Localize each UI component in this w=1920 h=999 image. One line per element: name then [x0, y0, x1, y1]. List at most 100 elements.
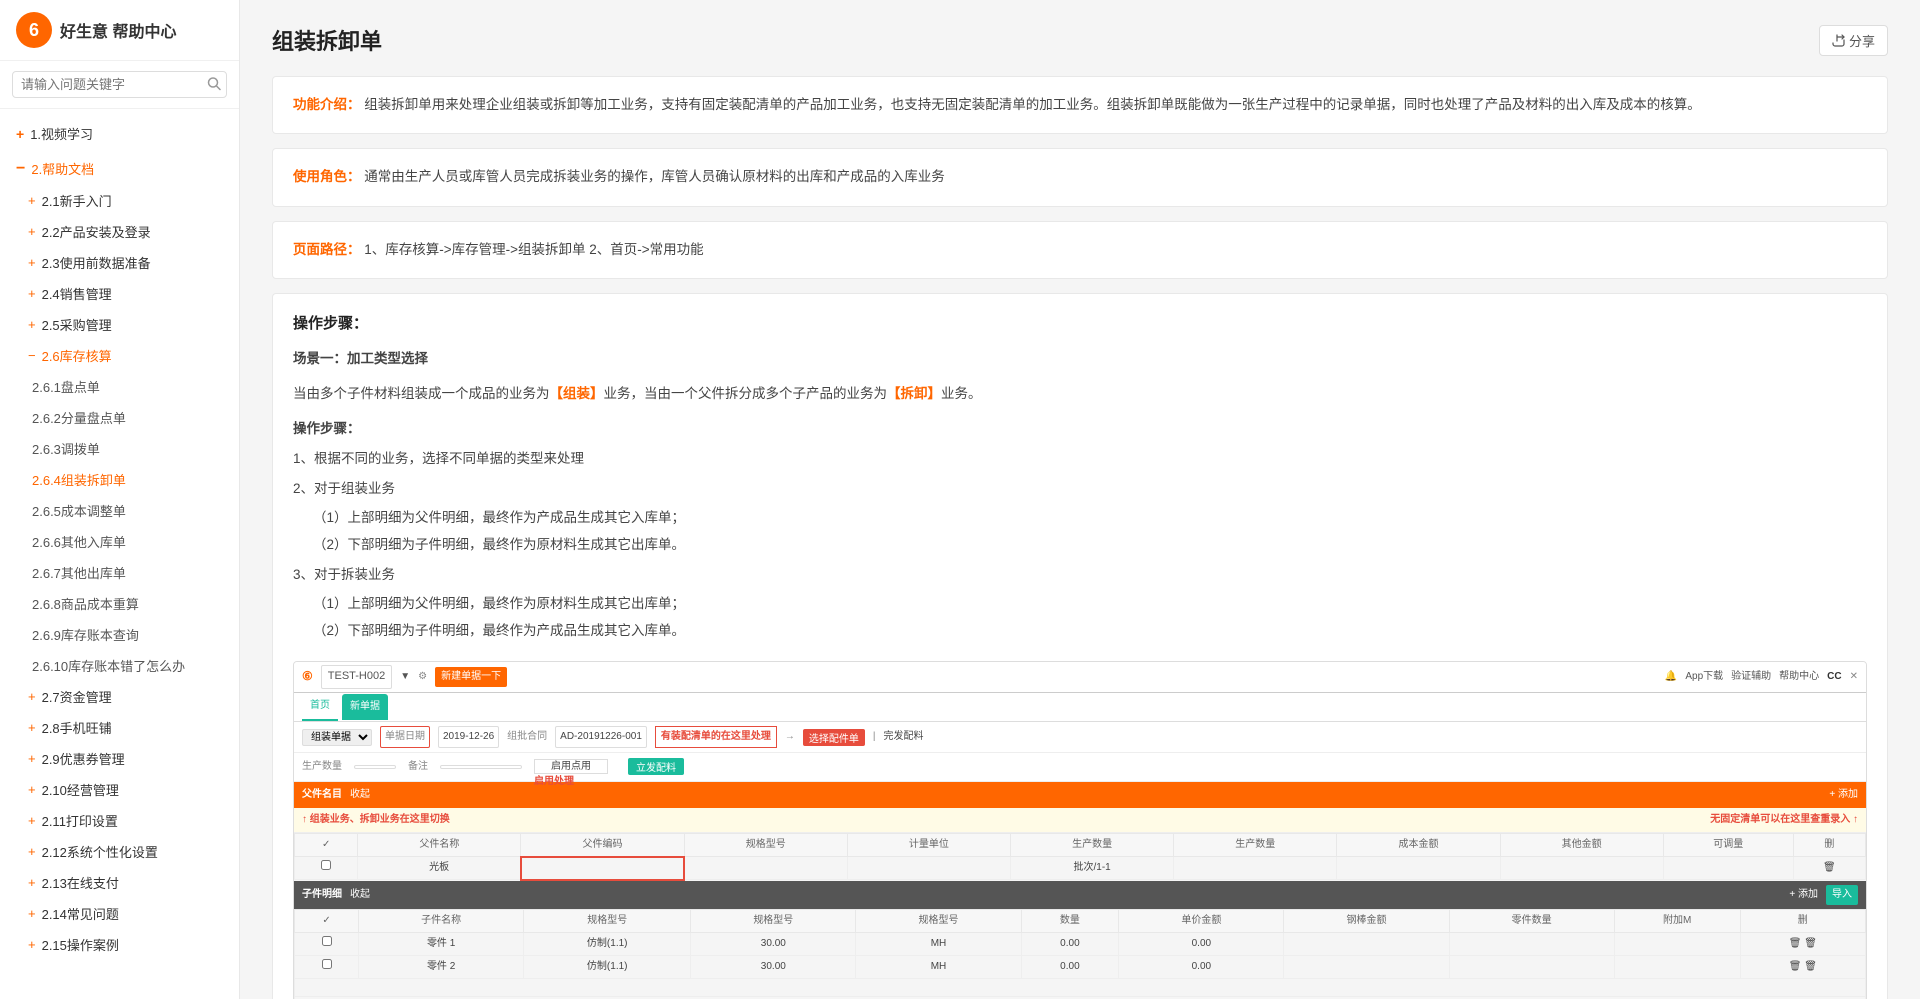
sidebar-item-25[interactable]: + 2.5采购管理	[0, 309, 239, 340]
sidebar-item-262[interactable]: 2.6.2分量盘点单	[0, 402, 239, 433]
sim-close-btn[interactable]: ✕	[1850, 668, 1858, 686]
brow-checkbox2[interactable]	[322, 959, 332, 969]
table-row	[295, 978, 1866, 996]
bcell-del2[interactable]: 🗑 🗑	[1740, 955, 1865, 978]
col-other: 其他金额	[1500, 833, 1663, 857]
step3: 3、对于拆装业务	[293, 563, 1867, 587]
function-intro-card: 功能介绍： 组装拆卸单用来处理企业组装或拆卸等加工业务，支持有固定装配清单的产品…	[272, 76, 1888, 134]
table-row: 零件 2 仿制(1.1) 30.00 MH 0.00 0.00 🗑 🗑	[295, 955, 1866, 978]
sidebar-item-28[interactable]: + 2.8手机旺铺	[0, 712, 239, 743]
bcell-check2[interactable]	[295, 955, 359, 978]
cell-qty2	[1174, 857, 1337, 880]
sidebar-item-269[interactable]: 2.6.9库存账本查询	[0, 619, 239, 650]
sim-date-label: 单据日期	[380, 726, 430, 748]
nav-group-title-video[interactable]: + 1.视频学习	[0, 117, 239, 150]
sim-bottom-collapse[interactable]: 收起	[350, 886, 370, 904]
cell-qty1[interactable]: 批次/1-1	[1011, 857, 1174, 880]
sim-annotation3-wrap: 启用点用 启用处理	[534, 757, 608, 777]
sidebar-item-22[interactable]: + 2.2产品安装及登录	[0, 216, 239, 247]
sidebar-item-268[interactable]: 2.6.8商品成本重算	[0, 588, 239, 619]
col-parent-name: 父件名称	[358, 833, 521, 857]
bcell-name2[interactable]: 零件 2	[359, 955, 524, 978]
bcol-parts: 零件数量	[1449, 909, 1614, 932]
bcell-check[interactable]	[295, 932, 359, 955]
sim-complete-btn[interactable]: 完发配料	[884, 728, 924, 746]
bcol-check: ✓	[295, 909, 359, 932]
bcell-spec1: 仿制(1.1)	[524, 932, 691, 955]
search-input[interactable]	[12, 71, 227, 98]
sidebar-item-264[interactable]: 2.6.4组装拆卸单	[0, 464, 239, 495]
bcell-del1[interactable]: 🗑 🗑	[1740, 932, 1865, 955]
sim-section-collapse[interactable]: 收起	[350, 786, 370, 804]
sim-import-btn[interactable]: 导入	[1826, 885, 1858, 905]
brow-checkbox1[interactable]	[322, 936, 332, 946]
expand-icon-213: +	[28, 875, 36, 890]
sidebar-item-267[interactable]: 2.6.7其他出库单	[0, 557, 239, 588]
sidebar-item-215[interactable]: + 2.15操作案例	[0, 929, 239, 960]
sidebar-item-214[interactable]: + 2.14常见问题	[0, 898, 239, 929]
sim-titlebar-left: ⑥ TEST-H002 ▼ ⚙ 新建单据一下	[302, 665, 507, 689]
sim-add-row-btn[interactable]: + 添加	[1829, 786, 1858, 804]
sim-separator: |	[873, 728, 876, 746]
sidebar-item-29[interactable]: + 2.9优惠券管理	[0, 743, 239, 774]
share-icon	[1832, 34, 1845, 47]
bcell-spec6: MH	[856, 955, 1021, 978]
cell-code[interactable]	[521, 857, 684, 880]
bcell-spec2: 30.00	[691, 932, 856, 955]
row-checkbox[interactable]	[321, 860, 331, 870]
collapse-icon-docs: −	[16, 161, 25, 177]
sim-qiyong-field[interactable]: 启用点用	[534, 759, 608, 774]
sidebar-header: 6 好生意 帮助中心	[0, 0, 239, 61]
bcell-parts2	[1449, 955, 1614, 978]
sidebar-item-27[interactable]: + 2.7资金管理	[0, 681, 239, 712]
sim-type-select[interactable]: 组装单据 拆卸单据	[302, 729, 372, 746]
nav-sub-items-docs: + 2.1新手入门 + 2.2产品安装及登录 + 2.3使用前数据准备 + 2.…	[0, 185, 239, 960]
col-qty1: 生产数量	[1011, 833, 1174, 857]
sim-annotation2: ↑ 组装业务、拆卸业务在这里切换	[302, 811, 450, 829]
expand-icon-215: +	[28, 937, 36, 952]
expand-icon-212: +	[28, 844, 36, 859]
sim-qty-val[interactable]	[354, 765, 396, 769]
sim-annotation2-bar: ↑ 组装业务、拆卸业务在这里切换 无固定清单可以在这里查重录入 ↑	[294, 808, 1866, 833]
sidebar-item-265[interactable]: 2.6.5成本调整单	[0, 495, 239, 526]
cell-del[interactable]: 🗑	[1793, 857, 1865, 880]
sidebar-item-2610[interactable]: 2.6.10库存账本错了怎么办	[0, 650, 239, 681]
nav-group-title-docs[interactable]: − 2.帮助文档	[0, 152, 239, 185]
sim-window-titlebar: ⑥ TEST-H002 ▼ ⚙ 新建单据一下 🔔 App下载 验证辅助 帮助中心…	[294, 662, 1866, 693]
cell-name[interactable]: 光板	[358, 857, 521, 880]
sim-nav-active-tab[interactable]: 新单据	[342, 694, 388, 720]
sidebar-item-24[interactable]: + 2.4销售管理	[0, 278, 239, 309]
sim-select-assembly-btn[interactable]: 选择配件单	[803, 729, 865, 746]
bcell-spec3: MH	[856, 932, 1021, 955]
bcell-empty3	[295, 978, 1866, 996]
sidebar-item-213[interactable]: + 2.13在线支付	[0, 867, 239, 898]
sidebar-item-26[interactable]: − 2.6库存核算	[0, 340, 239, 371]
sim-nav-home[interactable]: 首页	[302, 693, 338, 721]
sim-helper-link: 验证辅助	[1731, 668, 1771, 686]
sidebar-item-21[interactable]: + 2.1新手入门	[0, 185, 239, 216]
sim-bottom-add-btn[interactable]: + 添加	[1789, 886, 1818, 904]
sim-date-val: 2019-12-26	[438, 726, 499, 748]
cell-adj	[1663, 857, 1793, 880]
sim-confirm-btn[interactable]: 立发配料	[628, 758, 684, 775]
sim-arrow1: →	[785, 728, 795, 746]
share-button[interactable]: 分享	[1819, 25, 1888, 56]
app-logo: 6	[16, 12, 52, 48]
sidebar-item-266[interactable]: 2.6.6其他入库单	[0, 526, 239, 557]
sim-annotation3: 启用处理	[534, 773, 574, 791]
expand-icon-24: +	[28, 286, 36, 301]
sidebar-item-211[interactable]: + 2.11打印设置	[0, 805, 239, 836]
sim-memo-val[interactable]	[440, 765, 522, 769]
expand-icon-27: +	[28, 689, 36, 704]
sidebar-item-263[interactable]: 2.6.3调拨单	[0, 433, 239, 464]
sidebar-item-210[interactable]: + 2.10经营管理	[0, 774, 239, 805]
sidebar-item-261[interactable]: 2.6.1盘点单	[0, 371, 239, 402]
cell-unit	[847, 857, 1010, 880]
sim-new-doc-btn[interactable]: 新建单据一下	[435, 667, 507, 687]
sidebar-nav: + 1.视频学习 − 2.帮助文档 + 2.1新手入门 + 2.2产品安装及登录	[0, 109, 239, 999]
sidebar-item-23[interactable]: + 2.3使用前数据准备	[0, 247, 239, 278]
bcell-name1[interactable]: 零件 1	[359, 932, 524, 955]
cell-check[interactable]	[295, 857, 358, 880]
search-button[interactable]	[207, 76, 221, 93]
sidebar-item-212[interactable]: + 2.12系统个性化设置	[0, 836, 239, 867]
